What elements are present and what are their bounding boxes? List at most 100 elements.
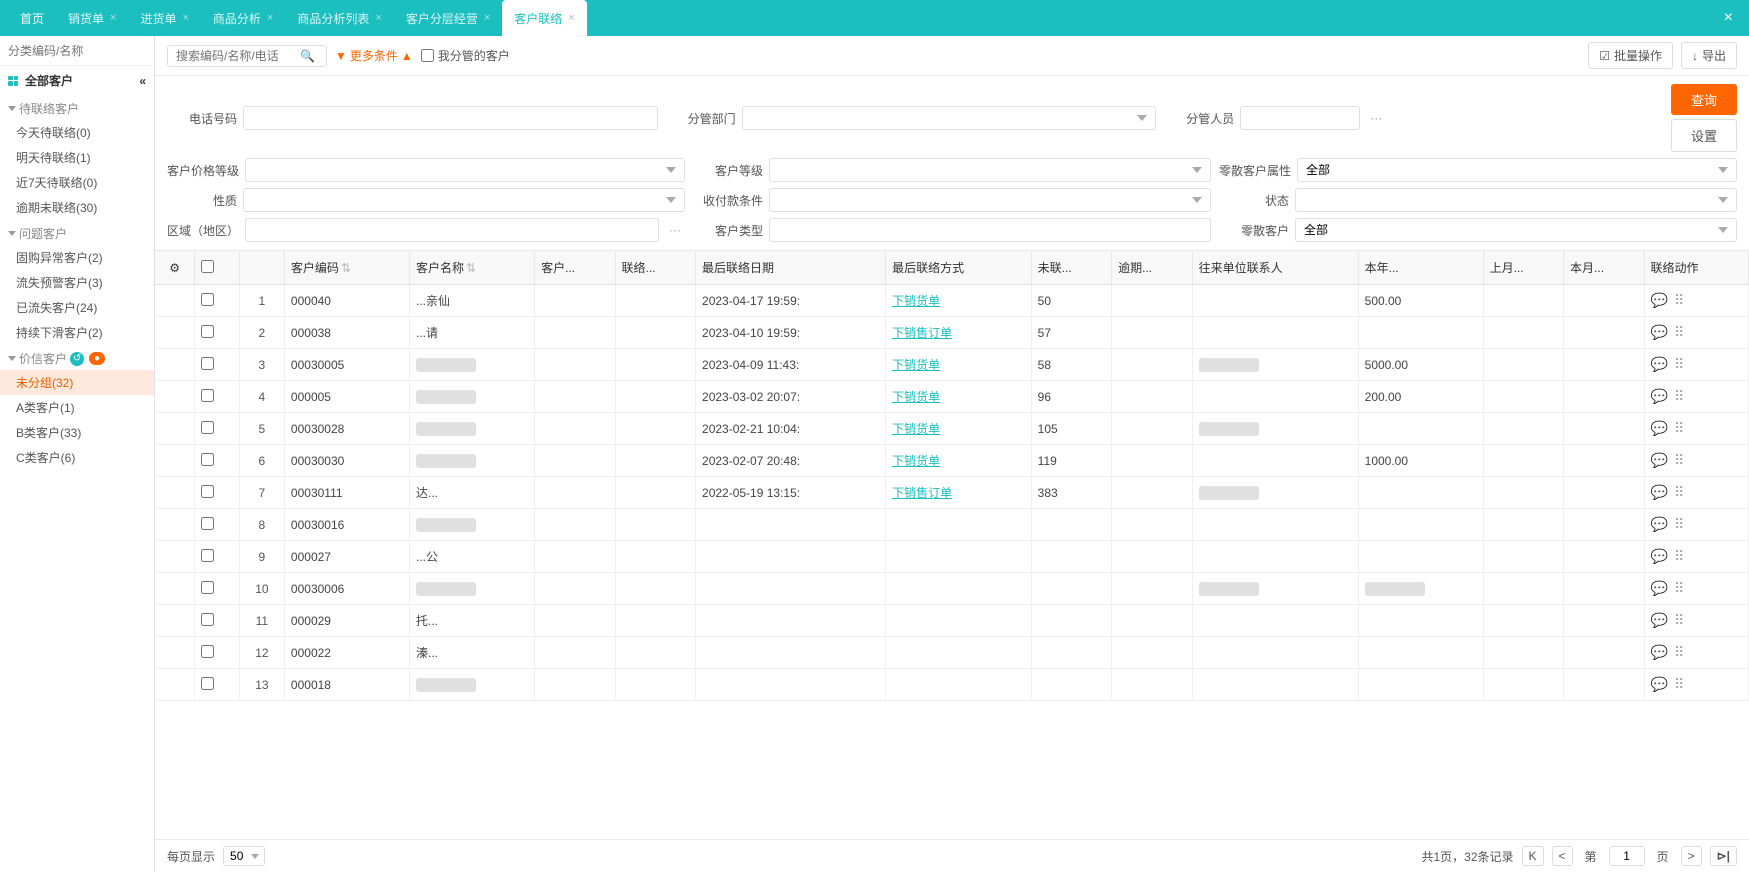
area-input[interactable]	[245, 218, 659, 242]
message-icon[interactable]: 💬	[1651, 324, 1668, 341]
message-icon[interactable]: 💬	[1651, 452, 1668, 469]
select-all-checkbox[interactable]	[201, 260, 214, 273]
grid-action-icon[interactable]: ⠿	[1674, 676, 1684, 693]
message-icon[interactable]: 💬	[1651, 484, 1668, 501]
reset-btn[interactable]: 设置	[1671, 119, 1737, 152]
area-more-icon[interactable]: ···	[665, 223, 685, 237]
td-checkbox[interactable]	[195, 445, 240, 477]
customer-segment-tab-close[interactable]: ×	[484, 12, 490, 24]
contact-method-link[interactable]: 下销货单	[892, 294, 940, 308]
sidebar-item-tomorrow[interactable]: 明天待联络(1)	[0, 145, 154, 170]
customer-type-input[interactable]	[769, 218, 1211, 242]
price-grade-select[interactable]	[245, 158, 685, 182]
sidebar-item-lost[interactable]: 已流失客户(24)	[0, 295, 154, 320]
product-list-tab-close[interactable]: ×	[375, 12, 381, 24]
td-checkbox[interactable]	[195, 285, 240, 317]
product-analysis-tab-close[interactable]: ×	[267, 12, 273, 24]
th-overdue[interactable]: 逾期...	[1112, 251, 1192, 285]
per-page-select[interactable]: 50	[223, 846, 265, 866]
grid-action-icon[interactable]: ⠿	[1674, 292, 1684, 309]
filter-search-icon[interactable]: 🔍	[300, 49, 315, 63]
person-input[interactable]	[1240, 106, 1360, 130]
th-last-month[interactable]: 上月...	[1483, 251, 1563, 285]
customer-contact-tab-close[interactable]: ×	[568, 12, 574, 24]
th-last-date[interactable]: 最后联络日期	[696, 251, 886, 285]
sidebar-collapse-icon[interactable]: «	[139, 74, 146, 88]
row-checkbox[interactable]	[201, 325, 214, 338]
td-last-method[interactable]: 下销货单	[886, 381, 1032, 413]
row-checkbox[interactable]	[201, 293, 214, 306]
last-page-btn[interactable]: ⊳|	[1710, 846, 1737, 866]
td-last-method[interactable]: 下销货单	[886, 445, 1032, 477]
grid-action-icon[interactable]: ⠿	[1674, 452, 1684, 469]
nav-tab-customer-segment[interactable]: 客户分层经营 ×	[394, 0, 502, 36]
next-page-btn[interactable]: >	[1681, 846, 1702, 866]
th-this-year[interactable]: 本年...	[1358, 251, 1483, 285]
grid-action-icon[interactable]: ⠿	[1674, 420, 1684, 437]
my-customers-checkbox[interactable]	[421, 49, 434, 62]
td-last-method[interactable]: 下销货单	[886, 285, 1032, 317]
grid-action-icon[interactable]: ⠿	[1674, 388, 1684, 405]
td-last-method[interactable]: 下销货单	[886, 349, 1032, 381]
td-checkbox[interactable]	[195, 477, 240, 509]
purchase-tab-close[interactable]: ×	[182, 12, 188, 24]
sidebar-item-ungroup[interactable]: 未分组(32)	[0, 370, 154, 395]
phone-input[interactable]	[243, 106, 658, 130]
contact-method-link[interactable]: 下销货单	[892, 454, 940, 468]
sidebar-item-near7[interactable]: 近7天待联络(0)	[0, 170, 154, 195]
contact-method-link[interactable]: 下销售订单	[892, 326, 952, 340]
person-more-icon[interactable]: ···	[1366, 111, 1386, 125]
filter-search-input[interactable]	[176, 49, 296, 63]
td-checkbox[interactable]	[195, 605, 240, 637]
row-checkbox[interactable]	[201, 485, 214, 498]
th-checkbox[interactable]	[195, 251, 240, 285]
th-this-month[interactable]: 本月...	[1564, 251, 1644, 285]
grid-action-icon[interactable]: ⠿	[1674, 324, 1684, 341]
message-icon[interactable]: 💬	[1651, 292, 1668, 309]
contact-method-link[interactable]: 下销货单	[892, 422, 940, 436]
th-settings[interactable]: ⚙	[155, 251, 195, 285]
message-icon[interactable]: 💬	[1651, 388, 1668, 405]
sidebar-item-decline[interactable]: 持续下滑客户(2)	[0, 320, 154, 345]
page-number-input[interactable]	[1609, 846, 1645, 866]
row-checkbox[interactable]	[201, 357, 214, 370]
row-checkbox[interactable]	[201, 549, 214, 562]
row-checkbox[interactable]	[201, 517, 214, 530]
grid-action-icon[interactable]: ⠿	[1674, 612, 1684, 629]
my-customers-toggle[interactable]: 我分管的客户	[421, 47, 510, 64]
export-btn[interactable]: ↓ 导出	[1681, 42, 1737, 69]
message-icon[interactable]: 💬	[1651, 420, 1668, 437]
td-checkbox[interactable]	[195, 381, 240, 413]
th-contact-person[interactable]: 往来单位联系人	[1192, 251, 1358, 285]
global-close-btn[interactable]: ×	[1716, 9, 1741, 27]
prev-page-btn[interactable]: <	[1552, 846, 1573, 866]
td-checkbox[interactable]	[195, 637, 240, 669]
grid-action-icon[interactable]: ⠿	[1674, 580, 1684, 597]
sidebar-item-overdue[interactable]: 逾期未联络(30)	[0, 195, 154, 220]
sidebar-item-today[interactable]: 今天待联络(0)	[0, 120, 154, 145]
grid-action-icon[interactable]: ⠿	[1674, 644, 1684, 661]
row-checkbox[interactable]	[201, 581, 214, 594]
message-icon[interactable]: 💬	[1651, 516, 1668, 533]
td-checkbox[interactable]	[195, 541, 240, 573]
sidebar-item-flow-warning[interactable]: 流失预警客户(3)	[0, 270, 154, 295]
message-icon[interactable]: 💬	[1651, 548, 1668, 565]
contact-method-link[interactable]: 下销货单	[892, 390, 940, 404]
nav-home[interactable]: 首页	[8, 0, 56, 36]
td-checkbox[interactable]	[195, 509, 240, 541]
row-checkbox[interactable]	[201, 389, 214, 402]
contact-method-link[interactable]: 下销货单	[892, 358, 940, 372]
contact-method-link[interactable]: 下销售订单	[892, 486, 952, 500]
row-checkbox[interactable]	[201, 421, 214, 434]
nature-select[interactable]	[243, 188, 685, 212]
message-icon[interactable]: 💬	[1651, 612, 1668, 629]
retail-attr-select[interactable]: 全部	[1297, 158, 1737, 182]
td-checkbox[interactable]	[195, 669, 240, 701]
customer-grade-select[interactable]	[769, 158, 1211, 182]
credit-refresh-icon[interactable]: ↺	[70, 352, 84, 366]
retail-customer-select[interactable]: 全部	[1295, 218, 1737, 242]
status-select[interactable]	[1295, 188, 1737, 212]
message-icon[interactable]: 💬	[1651, 676, 1668, 693]
nav-tab-product-list[interactable]: 商品分析列表 ×	[285, 0, 393, 36]
row-checkbox[interactable]	[201, 453, 214, 466]
